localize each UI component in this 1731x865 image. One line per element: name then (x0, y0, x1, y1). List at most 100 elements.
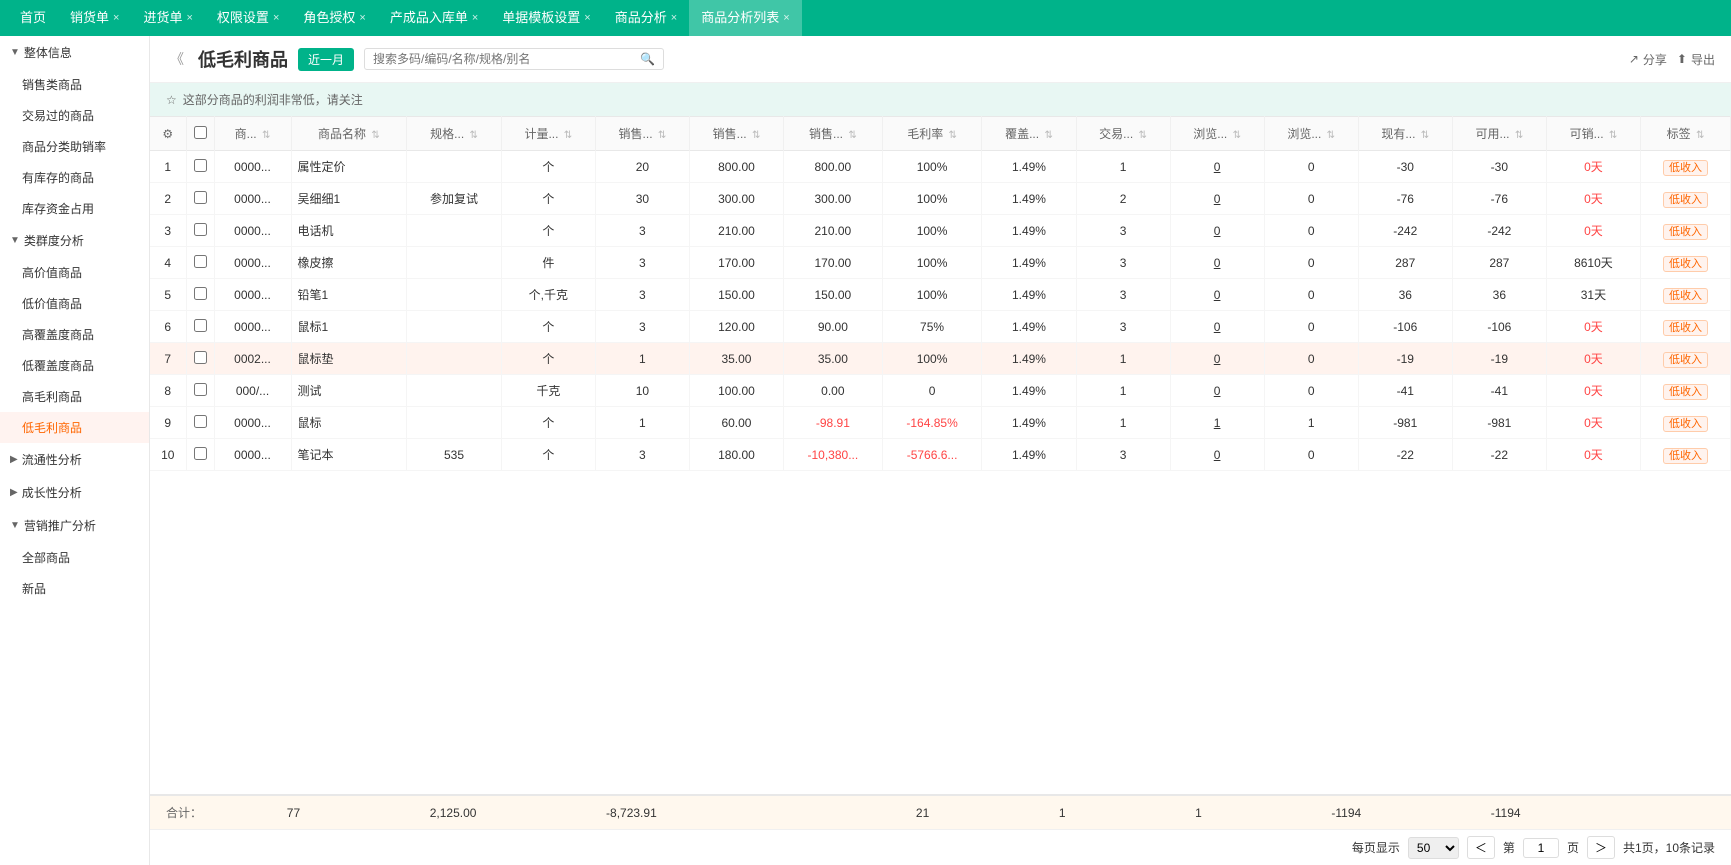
sidebar-item-low-margin[interactable]: 低毛利商品 (0, 412, 149, 443)
sidebar-item-sales-goods[interactable]: 销售类商品 (0, 69, 149, 100)
th-view1[interactable]: 浏览... ⇅ (1170, 117, 1264, 151)
th-sales-amount[interactable]: 销售... ⇅ (689, 117, 783, 151)
cell-view1[interactable]: 0 (1170, 151, 1264, 183)
search-icon[interactable]: 🔍 (640, 52, 655, 66)
sidebar-group-growth[interactable]: ▶ 成长性分析 (0, 476, 149, 509)
row-checkbox[interactable] (194, 223, 207, 236)
nav-home[interactable]: 首页 (8, 0, 58, 36)
row-checkbox[interactable] (194, 255, 207, 268)
cell-view1[interactable]: 1 (1170, 407, 1264, 439)
export-btn[interactable]: ⬆ 导出 (1677, 51, 1715, 68)
th-view2[interactable]: 浏览... ⇅ (1264, 117, 1358, 151)
sidebar-item-category-rate[interactable]: 商品分类助销率 (0, 131, 149, 162)
sidebar-item-low-value[interactable]: 低价值商品 (0, 288, 149, 319)
search-input[interactable] (373, 52, 634, 66)
sidebar-item-high-coverage[interactable]: 高覆盖度商品 (0, 319, 149, 350)
th-coverage[interactable]: 覆盖... ⇅ (982, 117, 1076, 151)
th-code[interactable]: 商... ⇅ (214, 117, 291, 151)
row-checkbox[interactable] (194, 383, 207, 396)
nav-close-role[interactable]: × (359, 0, 365, 36)
per-page-select[interactable]: 50 100 200 (1408, 837, 1459, 859)
cell-view1[interactable]: 0 (1170, 215, 1264, 247)
sidebar-collapse-btn[interactable]: 《 (166, 49, 188, 69)
nav-close-analysis-list[interactable]: × (783, 0, 789, 36)
cell-name[interactable]: 鼠标1 (291, 311, 407, 343)
cell-view1[interactable]: 0 (1170, 375, 1264, 407)
th-sales-qty[interactable]: 销售... ⇅ (595, 117, 689, 151)
row-checkbox[interactable] (194, 287, 207, 300)
nav-close-template[interactable]: × (584, 0, 590, 36)
row-checkbox[interactable] (194, 159, 207, 172)
page-number-input[interactable] (1523, 838, 1559, 858)
th-tag[interactable]: 标签 ⇅ (1640, 117, 1730, 151)
cell-checkbox[interactable] (186, 343, 214, 375)
cell-view1[interactable]: 0 (1170, 183, 1264, 215)
cell-checkbox[interactable] (186, 247, 214, 279)
next-page-btn[interactable]: ＞ (1587, 836, 1615, 859)
th-checkbox[interactable] (186, 117, 214, 151)
nav-purchase-order[interactable]: 进货单 × (131, 0, 204, 36)
cell-view1[interactable]: 0 (1170, 343, 1264, 375)
cell-name[interactable]: 笔记本 (291, 439, 407, 471)
th-unit[interactable]: 计量... ⇅ (501, 117, 595, 151)
cell-name[interactable]: 鼠标垫 (291, 343, 407, 375)
th-sales-profit[interactable]: 销售... ⇅ (784, 117, 883, 151)
cell-view1[interactable]: 0 (1170, 439, 1264, 471)
sidebar-group-overall[interactable]: ▼ 整体信息 (0, 36, 149, 69)
row-checkbox[interactable] (194, 191, 207, 204)
sidebar-item-inventory-fund[interactable]: 库存资金占用 (0, 193, 149, 224)
row-checkbox[interactable] (194, 415, 207, 428)
row-checkbox[interactable] (194, 351, 207, 364)
cell-name[interactable]: 橡皮擦 (291, 247, 407, 279)
select-all-checkbox[interactable] (194, 126, 207, 139)
th-settings[interactable]: ⚙ (150, 117, 186, 151)
nav-close-analysis[interactable]: × (671, 0, 677, 36)
th-saleable[interactable]: 可销... ⇅ (1546, 117, 1640, 151)
th-name[interactable]: 商品名称 ⇅ (291, 117, 407, 151)
sidebar-item-high-value[interactable]: 高价值商品 (0, 257, 149, 288)
sidebar-item-low-coverage[interactable]: 低覆盖度商品 (0, 350, 149, 381)
nav-product-inbound[interactable]: 产成品入库单 × (378, 0, 490, 36)
nav-close-permission[interactable]: × (273, 0, 279, 36)
sidebar-item-inventory-goods[interactable]: 有库存的商品 (0, 162, 149, 193)
th-available[interactable]: 可用... ⇅ (1452, 117, 1546, 151)
sidebar-group-cluster[interactable]: ▼ 类群度分析 (0, 224, 149, 257)
cell-name[interactable]: 鼠标 (291, 407, 407, 439)
cell-checkbox[interactable] (186, 279, 214, 311)
th-current[interactable]: 现有... ⇅ (1358, 117, 1452, 151)
nav-close-sales-order[interactable]: × (113, 0, 119, 36)
nav-close-purchase-order[interactable]: × (186, 0, 192, 36)
cell-checkbox[interactable] (186, 151, 214, 183)
cell-name[interactable]: 属性定价 (291, 151, 407, 183)
cell-view1[interactable]: 0 (1170, 247, 1264, 279)
cell-checkbox[interactable] (186, 183, 214, 215)
cell-name[interactable]: 电话机 (291, 215, 407, 247)
th-gross-margin[interactable]: 毛利率 ⇅ (882, 117, 982, 151)
cell-view1[interactable]: 0 (1170, 279, 1264, 311)
sidebar-group-marketing[interactable]: ▼ 营销推广分析 (0, 509, 149, 542)
th-trade[interactable]: 交易... ⇅ (1076, 117, 1170, 151)
sidebar-item-high-margin[interactable]: 高毛利商品 (0, 381, 149, 412)
sidebar-item-traded-goods[interactable]: 交易过的商品 (0, 100, 149, 131)
nav-product-analysis[interactable]: 商品分析 × (603, 0, 689, 36)
share-btn[interactable]: ↗ 分享 (1629, 51, 1667, 68)
date-filter-btn[interactable]: 近一月 (298, 48, 354, 71)
cell-view1[interactable]: 0 (1170, 311, 1264, 343)
nav-product-analysis-list[interactable]: 商品分析列表 × (689, 0, 801, 36)
cell-checkbox[interactable] (186, 311, 214, 343)
cell-name[interactable]: 铅笔1 (291, 279, 407, 311)
prev-page-btn[interactable]: ＜ (1467, 836, 1495, 859)
row-checkbox[interactable] (194, 319, 207, 332)
sidebar-item-all-goods[interactable]: 全部商品 (0, 542, 149, 573)
sidebar-item-new-goods[interactable]: 新品 (0, 573, 149, 604)
cell-checkbox[interactable] (186, 407, 214, 439)
cell-checkbox[interactable] (186, 439, 214, 471)
nav-role-auth[interactable]: 角色授权 × (291, 0, 377, 36)
cell-checkbox[interactable] (186, 375, 214, 407)
nav-permission-settings[interactable]: 权限设置 × (205, 0, 291, 36)
row-checkbox[interactable] (194, 447, 207, 460)
nav-template-settings[interactable]: 单据模板设置 × (490, 0, 602, 36)
cell-checkbox[interactable] (186, 215, 214, 247)
nav-close-inbound[interactable]: × (472, 0, 478, 36)
cell-name[interactable]: 吴细细1 (291, 183, 407, 215)
